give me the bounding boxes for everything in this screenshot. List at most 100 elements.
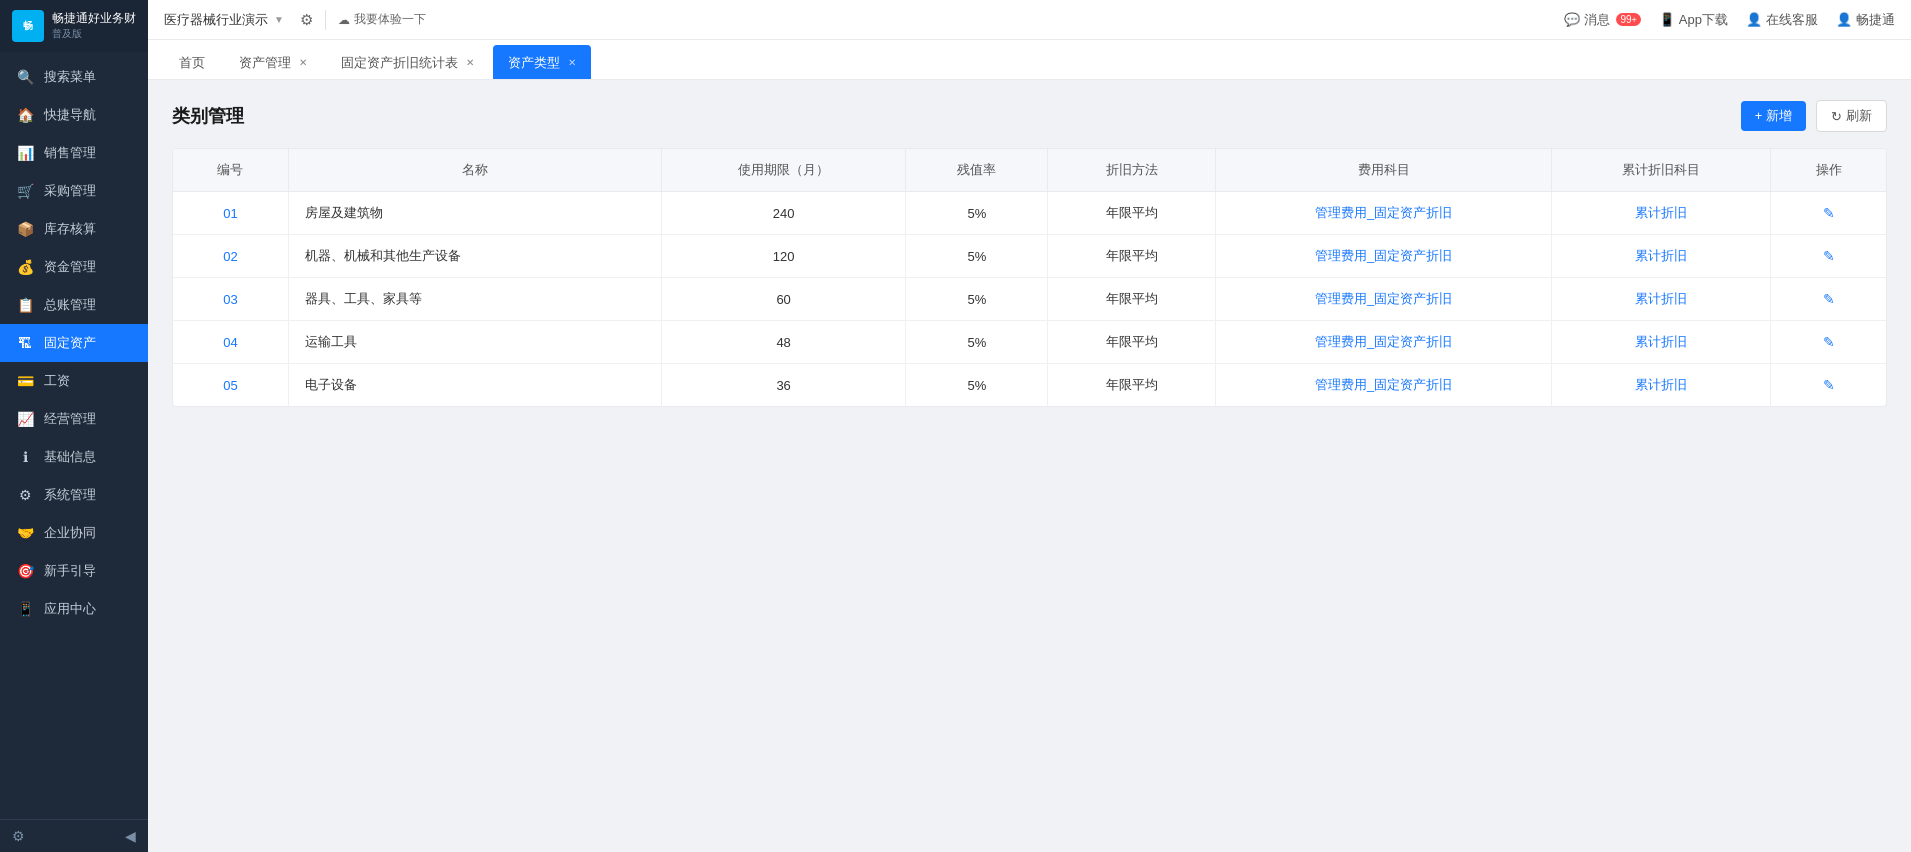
category-table: 编号名称使用期限（月）残值率折旧方法费用科目累计折旧科目操作 01房屋及建筑物2… <box>172 148 1887 407</box>
sidebar: 畅 畅捷通好业务财 普及版 🔍搜索菜单🏠快捷导航📊销售管理🛒采购管理📦库存核算💰… <box>0 0 148 852</box>
row-residual: 5% <box>906 192 1048 235</box>
topbar: 医疗器械行业演示 ▼ ⚙ ☁ 我要体验一下 💬 消息 99+ 📱 App下载 👤… <box>148 0 1911 40</box>
table-row: 03器具、工具、家具等605%年限平均管理费用_固定资产折旧累计折旧✎ <box>173 278 1886 321</box>
basic-info-icon: ℹ <box>16 448 34 466</box>
sidebar-item-label: 经营管理 <box>44 410 96 428</box>
tab-depreciation-table[interactable]: 固定资产折旧统计表 ✕ <box>326 45 489 79</box>
sidebar-item-label: 工资 <box>44 372 70 390</box>
row-action[interactable]: ✎ <box>1771 321 1886 364</box>
sidebar-item-quick-nav[interactable]: 🏠快捷导航 <box>0 96 148 134</box>
tab-asset-type[interactable]: 资产类型 ✕ <box>493 45 591 79</box>
refresh-button[interactable]: ↻ 刷新 <box>1816 100 1887 132</box>
row-residual: 5% <box>906 321 1048 364</box>
content-header: 类别管理 + 新增 ↻ 刷新 <box>172 100 1887 132</box>
row-accum-subject: 累计折旧 <box>1552 235 1771 278</box>
row-period: 120 <box>661 235 906 278</box>
row-action[interactable]: ✎ <box>1771 235 1886 278</box>
row-cost-subject: 管理费用_固定资产折旧 <box>1216 321 1552 364</box>
topbar-settings-icon[interactable]: ⚙ <box>300 11 313 29</box>
service-icon: 👤 <box>1746 12 1762 27</box>
online-service-button[interactable]: 👤 在线客服 <box>1746 11 1818 29</box>
table-row: 04运输工具485%年限平均管理费用_固定资产折旧累计折旧✎ <box>173 321 1886 364</box>
settings-footer-icon[interactable]: ⚙ <box>12 828 25 844</box>
ledger-icon: 📋 <box>16 296 34 314</box>
sidebar-item-label: 资金管理 <box>44 258 96 276</box>
main-area: 医疗器械行业演示 ▼ ⚙ ☁ 我要体验一下 💬 消息 99+ 📱 App下载 👤… <box>148 0 1911 852</box>
sidebar-item-guide[interactable]: 🎯 新手引导 <box>0 552 148 590</box>
operations-icon: 📈 <box>16 410 34 428</box>
sidebar-item-system[interactable]: ⚙系统管理 <box>0 476 148 514</box>
app-download-label: App下载 <box>1679 11 1728 29</box>
content-area: 类别管理 + 新增 ↻ 刷新 编号名称使用期限（月）残值率折旧方法费用科目累计折… <box>148 80 1911 852</box>
sidebar-item-basic-info[interactable]: ℹ基础信息 <box>0 438 148 476</box>
row-accum-subject: 累计折旧 <box>1552 278 1771 321</box>
row-cost-subject: 管理费用_固定资产折旧 <box>1216 192 1552 235</box>
row-action[interactable]: ✎ <box>1771 192 1886 235</box>
cloud-icon: ☁ <box>338 13 350 27</box>
tabbar: 首页资产管理 ✕固定资产折旧统计表 ✕资产类型 ✕ <box>148 40 1911 80</box>
row-method: 年限平均 <box>1048 321 1216 364</box>
inventory-icon: 📦 <box>16 220 34 238</box>
messages-label: 消息 <box>1584 11 1610 29</box>
row-name: 机器、机械和其他生产设备 <box>288 235 661 278</box>
tab-close-icon[interactable]: ✕ <box>466 57 474 68</box>
sidebar-item-sales[interactable]: 📊 销售管理 <box>0 134 148 172</box>
app-title: 畅捷通好业务财 <box>52 11 136 27</box>
page-title: 类别管理 <box>172 104 244 128</box>
guide-icon: 🎯 <box>16 562 34 580</box>
sidebar-item-enterprise[interactable]: 🤝企业协同 <box>0 514 148 552</box>
sidebar-item-capital[interactable]: 💰 资金管理 <box>0 248 148 286</box>
sidebar-item-label: 销售管理 <box>44 144 96 162</box>
row-cost-subject: 管理费用_固定资产折旧 <box>1216 364 1552 407</box>
row-id: 05 <box>173 364 288 407</box>
row-period: 240 <box>661 192 906 235</box>
sidebar-item-label: 应用中心 <box>44 600 96 618</box>
tab-close-icon[interactable]: ✕ <box>299 57 307 68</box>
table-row: 05电子设备365%年限平均管理费用_固定资产折旧累计折旧✎ <box>173 364 1886 407</box>
sidebar-item-ledger[interactable]: 📋总账管理 <box>0 286 148 324</box>
user-avatar-icon: 👤 <box>1836 12 1852 27</box>
messages-button[interactable]: 💬 消息 99+ <box>1564 11 1640 29</box>
app-center-icon: 📱 <box>16 600 34 618</box>
new-button[interactable]: + 新增 <box>1741 101 1806 131</box>
sidebar-item-label: 搜索菜单 <box>44 68 96 86</box>
sidebar-item-search[interactable]: 🔍搜索菜单 <box>0 58 148 96</box>
table-header-row: 编号名称使用期限（月）残值率折旧方法费用科目累计折旧科目操作 <box>173 149 1886 192</box>
row-id: 01 <box>173 192 288 235</box>
sales-icon: 📊 <box>16 144 34 162</box>
sidebar-item-label: 企业协同 <box>44 524 96 542</box>
purchase-icon: 🛒 <box>16 182 34 200</box>
row-residual: 5% <box>906 364 1048 407</box>
sidebar-item-fixed-assets[interactable]: 🏗固定资产 <box>0 324 148 362</box>
row-accum-subject: 累计折旧 <box>1552 364 1771 407</box>
sidebar-item-purchase[interactable]: 🛒采购管理 <box>0 172 148 210</box>
tab-asset-management[interactable]: 资产管理 ✕ <box>224 45 322 79</box>
row-period: 60 <box>661 278 906 321</box>
capital-icon: 💰 <box>16 258 34 276</box>
row-action[interactable]: ✎ <box>1771 278 1886 321</box>
table-row: 01房屋及建筑物2405%年限平均管理费用_固定资产折旧累计折旧✎ <box>173 192 1886 235</box>
app-download-button[interactable]: 📱 App下载 <box>1659 11 1728 29</box>
tab-close-icon[interactable]: ✕ <box>568 57 576 68</box>
row-name: 运输工具 <box>288 321 661 364</box>
row-method: 年限平均 <box>1048 278 1216 321</box>
demo-selector[interactable]: 医疗器械行业演示 ▼ <box>164 11 284 29</box>
sidebar-item-payroll[interactable]: 💳工资 <box>0 362 148 400</box>
user-button[interactable]: 👤 畅捷通 <box>1836 11 1895 29</box>
refresh-label: 刷新 <box>1846 107 1872 125</box>
sidebar-item-label: 库存核算 <box>44 220 96 238</box>
sidebar-item-operations[interactable]: 📈 经营管理 <box>0 400 148 438</box>
trial-button[interactable]: ☁ 我要体验一下 <box>338 11 426 28</box>
tab-home[interactable]: 首页 <box>164 45 220 79</box>
collapse-icon[interactable]: ◀ <box>125 828 136 844</box>
row-action[interactable]: ✎ <box>1771 364 1886 407</box>
app-logo: 畅 <box>12 10 44 42</box>
col-使用期限（月）: 使用期限（月） <box>661 149 906 192</box>
demo-label: 医疗器械行业演示 <box>164 11 268 29</box>
quick-nav-icon: 🏠 <box>16 106 34 124</box>
sidebar-item-app-center[interactable]: 📱 应用中心 <box>0 590 148 628</box>
user-label: 畅捷通 <box>1856 11 1895 29</box>
col-名称: 名称 <box>288 149 661 192</box>
sidebar-item-inventory[interactable]: 📦 库存核算 <box>0 210 148 248</box>
sidebar-item-label: 新手引导 <box>44 562 96 580</box>
